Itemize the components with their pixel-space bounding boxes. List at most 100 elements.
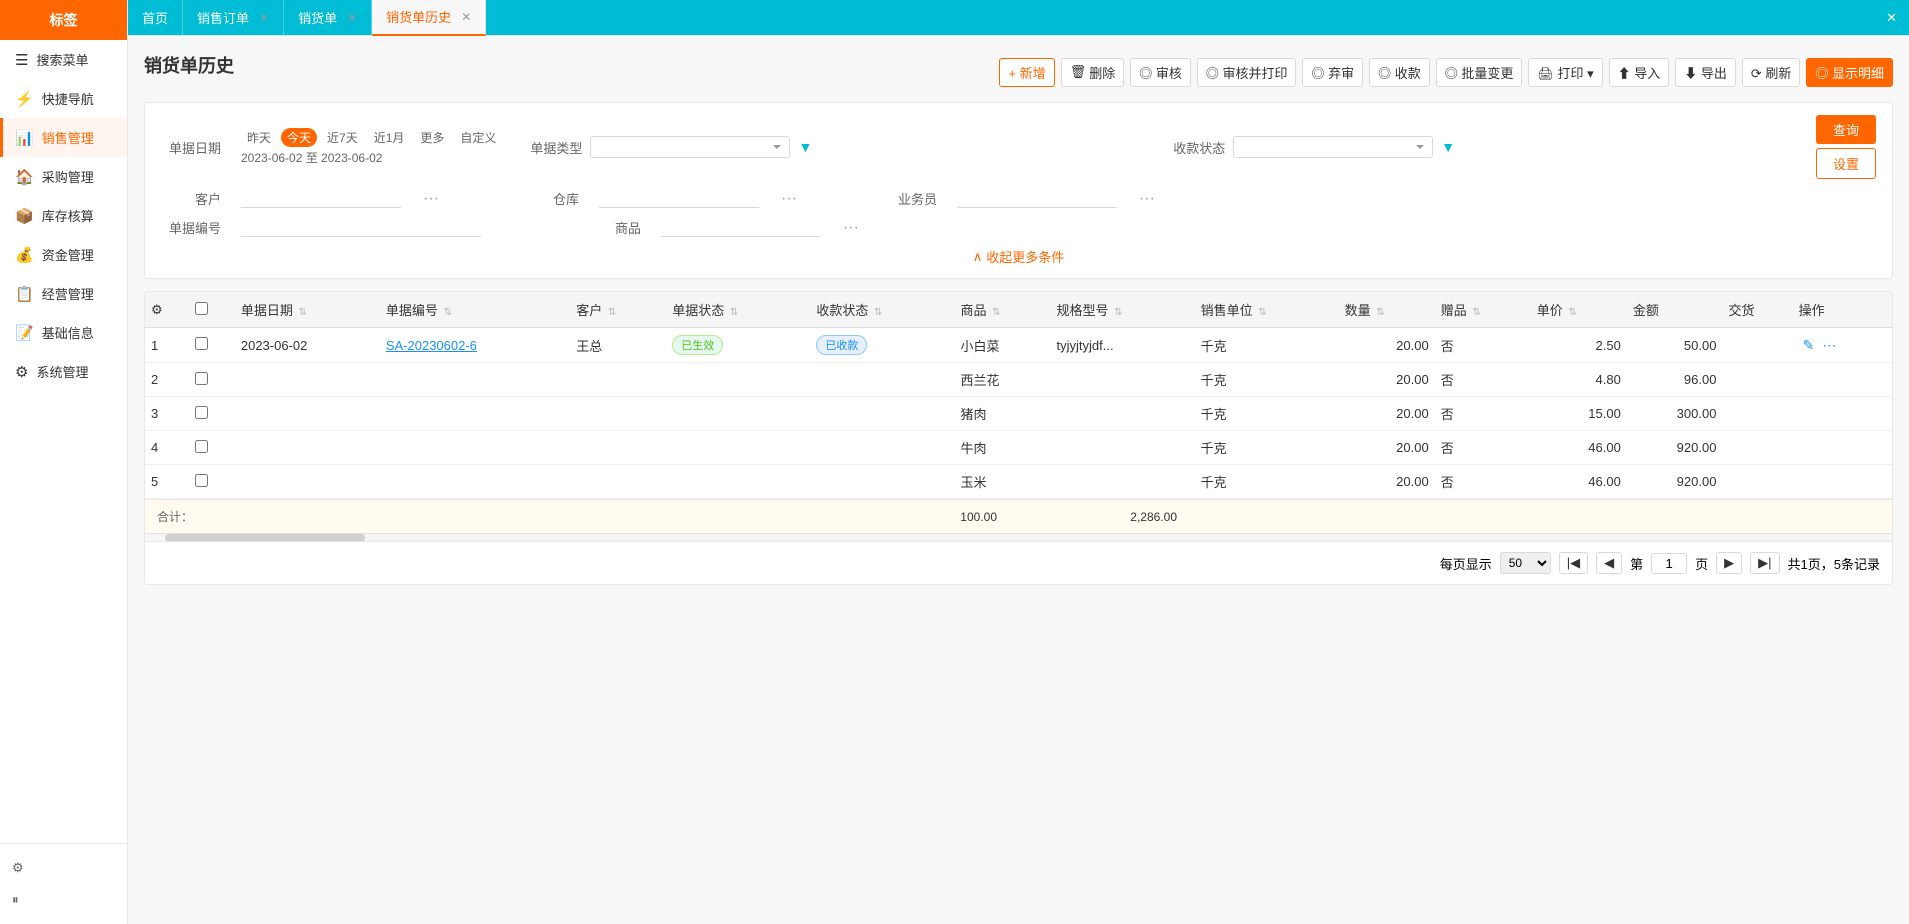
col-spec[interactable]: 规格型号 ⇅ xyxy=(1051,292,1195,328)
query-btn[interactable]: 查询 xyxy=(1816,115,1876,144)
add-btn[interactable]: + 新增 xyxy=(999,58,1054,87)
first-page-btn[interactable]: |◀ xyxy=(1559,552,1588,574)
table-row: 12023-06-02SA-20230602-6王总已生效已收款小白菜tyjyj… xyxy=(145,328,1892,363)
tab-close-sales-delivery[interactable]: ✕ xyxy=(347,11,357,25)
print-btn[interactable]: 🖨 打印 ▾ xyxy=(1528,58,1602,87)
cell-doc-no xyxy=(380,465,570,499)
col-doc-date[interactable]: 单据日期 ⇅ xyxy=(235,292,380,328)
date-custom[interactable]: 自定义 xyxy=(454,128,502,147)
salesperson-dots[interactable]: ··· xyxy=(1139,190,1155,208)
date-more[interactable]: 更多 xyxy=(414,128,450,147)
row-checkbox[interactable] xyxy=(195,406,208,419)
abandon-btn[interactable]: ◎ 弃审 xyxy=(1302,58,1363,87)
salesperson-input[interactable] xyxy=(957,189,1117,208)
doc-type-dropdown[interactable]: ▼ xyxy=(798,139,812,155)
col-payment-status[interactable]: 收款状态 ⇅ xyxy=(810,292,954,328)
col-goods[interactable]: 商品 ⇅ xyxy=(954,292,1050,328)
total-pages-label: 共1页，5条记录 xyxy=(1788,554,1880,573)
sidebar-item-finance[interactable]: 💰 资金管理 xyxy=(0,235,127,274)
cell-payment-status: 已收款 xyxy=(810,328,954,363)
audit-btn[interactable]: ◎ 审核 xyxy=(1130,58,1191,87)
cell-spec-type xyxy=(1051,363,1195,397)
window-close-btn[interactable]: ✕ xyxy=(1874,10,1909,26)
cell-ops[interactable]: ✎⋯ xyxy=(1793,328,1892,363)
sidebar-item-search-menu[interactable]: ☰ 搜索菜单 xyxy=(0,40,127,79)
page-number-input[interactable] xyxy=(1651,553,1687,574)
date-today[interactable]: 今天 xyxy=(281,128,317,147)
col-transaction[interactable]: 交货 xyxy=(1722,292,1792,328)
sidebar-item-sales-mgmt[interactable]: 📊 销售管理 xyxy=(0,118,127,157)
tab-close-sales-order[interactable]: ✕ xyxy=(259,11,269,25)
col-customer[interactable]: 客户 ⇅ xyxy=(570,292,666,328)
row-checkbox[interactable] xyxy=(195,372,208,385)
page-label: 第 xyxy=(1630,554,1643,573)
last-page-btn[interactable]: ▶| xyxy=(1750,552,1779,574)
col-sales-unit[interactable]: 销售单位 ⇅ xyxy=(1195,292,1339,328)
payment-status-input[interactable] xyxy=(1233,136,1433,158)
refresh-btn[interactable]: ⟳ 刷新 xyxy=(1742,58,1801,87)
date-yesterday[interactable]: 昨天 xyxy=(241,128,277,147)
sidebar-bottom-settings[interactable]: ⚙ xyxy=(0,852,127,884)
batch-change-btn[interactable]: ◎ 批量变更 xyxy=(1436,58,1523,87)
cell-doc-status xyxy=(666,431,810,465)
prev-page-btn[interactable]: ◀ xyxy=(1596,552,1622,574)
footer-total-quantity: 100.00 xyxy=(937,510,1017,524)
row-checkbox[interactable] xyxy=(195,474,208,487)
doc-no-input[interactable] xyxy=(241,218,481,237)
collapse-btn[interactable]: ∧ 收起更多条件 xyxy=(161,247,1876,266)
cell-checkbox xyxy=(189,397,235,431)
goods-input[interactable] xyxy=(661,218,821,237)
import-btn[interactable]: ⬆ 导入 xyxy=(1609,58,1670,87)
payment-status-dropdown[interactable]: ▼ xyxy=(1441,139,1455,155)
customer-dots[interactable]: ··· xyxy=(423,190,439,208)
audit-print-btn[interactable]: ◎ 审核并打印 xyxy=(1197,58,1297,87)
customer-input[interactable] xyxy=(241,189,401,208)
tab-home[interactable]: 首页 xyxy=(128,0,183,36)
settings-btn[interactable]: 设置 xyxy=(1816,148,1876,179)
cell-payment-status xyxy=(810,465,954,499)
cell-ops xyxy=(1793,363,1892,397)
row-checkbox[interactable] xyxy=(195,337,208,350)
goods-dots[interactable]: ··· xyxy=(843,219,859,237)
warehouse-input[interactable] xyxy=(599,189,759,208)
col-quantity[interactable]: 数量 ⇅ xyxy=(1339,292,1435,328)
sidebar-item-purchase-mgmt[interactable]: 🏠 采购管理 xyxy=(0,157,127,196)
col-doc-no[interactable]: 单据编号 ⇅ xyxy=(380,292,570,328)
sidebar-item-sys-mgmt[interactable]: ⚙ 系统管理 xyxy=(0,352,127,391)
sidebar-item-inventory[interactable]: 📦 库存核算 xyxy=(0,196,127,235)
row-checkbox[interactable] xyxy=(195,440,208,453)
sidebar-item-basic-info[interactable]: 📝 基础信息 xyxy=(0,313,127,352)
cell-sales-unit: 千克 xyxy=(1195,397,1339,431)
ops-edit-btn[interactable]: ✎ xyxy=(1799,335,1819,355)
collect-btn[interactable]: ◎ 收款 xyxy=(1369,58,1430,87)
delete-btn[interactable]: 🗑 删除 xyxy=(1061,58,1125,87)
tab-close-sales-history[interactable]: ✕ xyxy=(461,10,471,24)
next-page-btn[interactable]: ▶ xyxy=(1716,552,1742,574)
col-doc-status[interactable]: 单据状态 ⇅ xyxy=(666,292,810,328)
sidebar-bottom-pause[interactable]: ⏸ xyxy=(0,884,127,916)
col-unit-price[interactable]: 单价 ⇅ xyxy=(1531,292,1627,328)
doc-no-link[interactable]: SA-20230602-6 xyxy=(386,338,477,353)
per-page-select[interactable]: 50 100 200 xyxy=(1500,552,1551,574)
scroll-bar[interactable] xyxy=(145,533,1892,541)
cell-quantity: 20.00 xyxy=(1339,328,1435,363)
sidebar-item-ops-mgmt[interactable]: 📋 经营管理 xyxy=(0,274,127,313)
tab-sales-history[interactable]: 销货单历史 ✕ xyxy=(372,0,486,36)
date-7days[interactable]: 近7天 xyxy=(321,128,364,147)
select-all-checkbox[interactable] xyxy=(195,302,208,315)
col-settings[interactable]: ⚙ xyxy=(145,292,189,328)
warehouse-dots[interactable]: ··· xyxy=(781,190,797,208)
doc-type-input[interactable] xyxy=(590,136,790,158)
show-detail-btn[interactable]: ◎ 显示明细 xyxy=(1806,58,1893,87)
sidebar-item-quick-nav[interactable]: ⚡ 快捷导航 xyxy=(0,79,127,118)
col-checkbox[interactable] xyxy=(189,292,235,328)
tab-sales-delivery[interactable]: 销货单 ✕ xyxy=(284,0,372,36)
ops-more-btn[interactable]: ⋯ xyxy=(1818,335,1840,355)
tab-sales-order[interactable]: 销售订单 ✕ xyxy=(183,0,284,36)
export-btn[interactable]: ⬇ 导出 xyxy=(1675,58,1736,87)
col-gift[interactable]: 赠品 ⇅ xyxy=(1435,292,1531,328)
sidebar-item-label: 销售管理 xyxy=(42,128,94,147)
col-amount[interactable]: 金额 xyxy=(1627,292,1723,328)
sidebar-item-label: 快捷导航 xyxy=(42,89,94,108)
date-1month[interactable]: 近1月 xyxy=(368,128,411,147)
